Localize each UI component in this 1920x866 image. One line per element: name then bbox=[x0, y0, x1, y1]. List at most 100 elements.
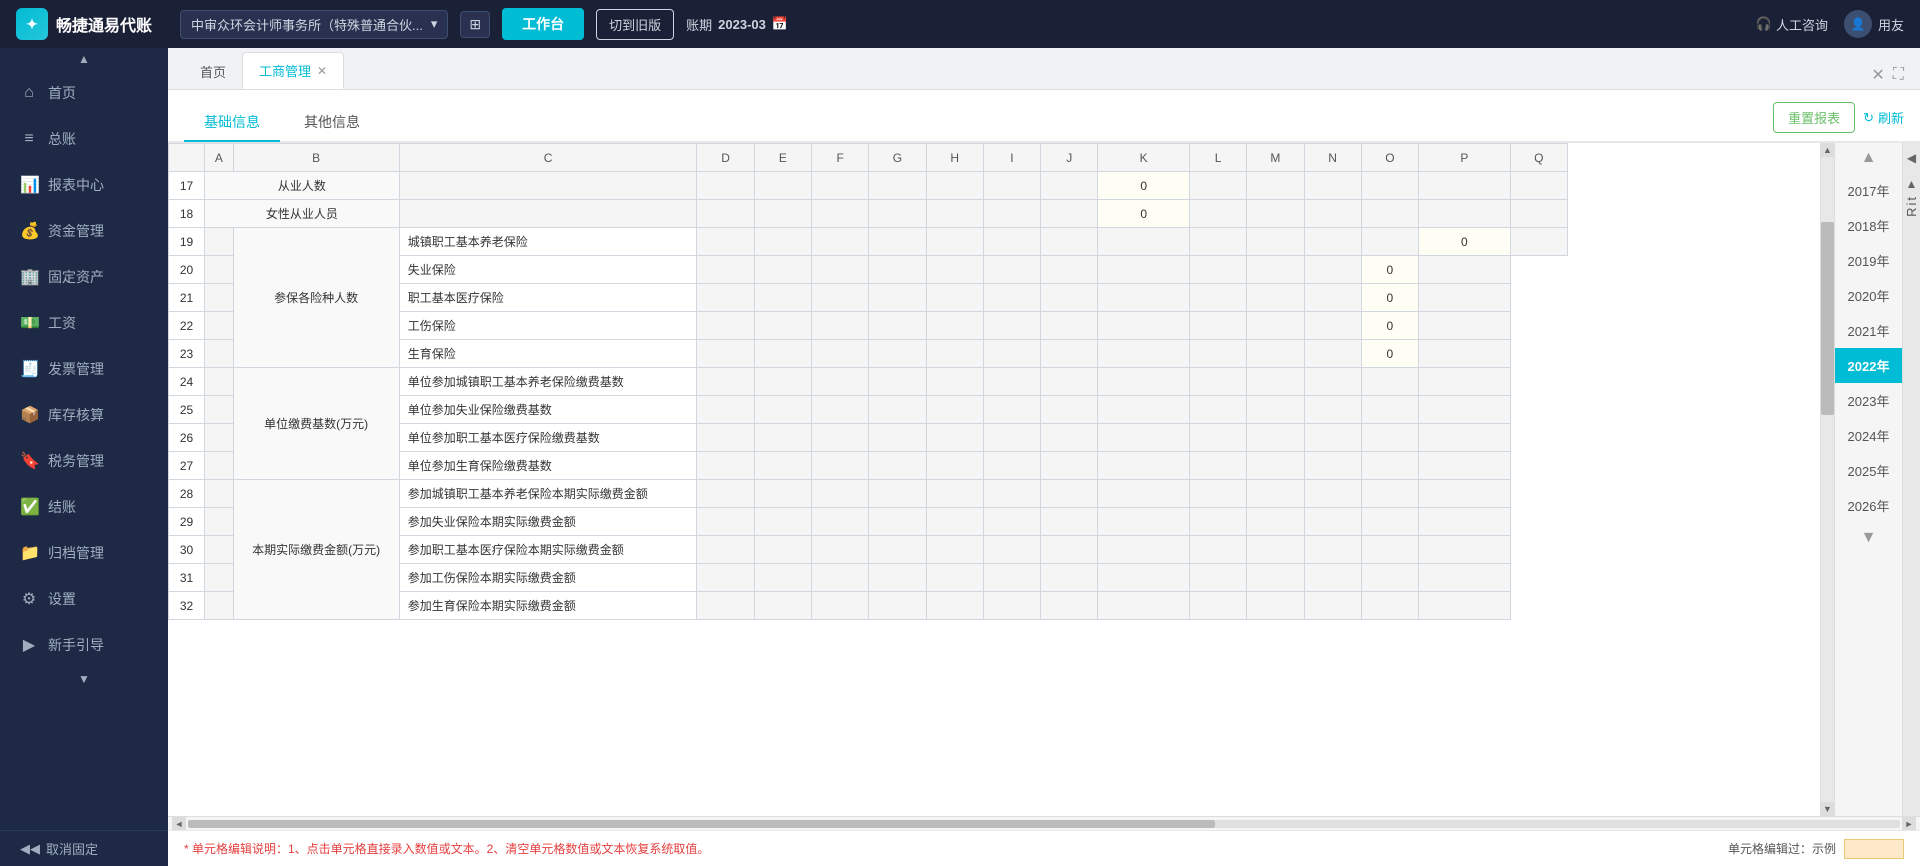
cell-17-e[interactable] bbox=[754, 172, 811, 200]
cell-27-c[interactable]: 单位参加生育保险缴费基数 bbox=[399, 452, 697, 480]
sidebar-item-settings[interactable]: ⚙ 设置 bbox=[0, 576, 168, 622]
vertical-scrollbar[interactable]: ▲ ▼ bbox=[1820, 143, 1834, 816]
cell-17-a[interactable]: 从业人数 bbox=[205, 172, 400, 200]
cell-17-f[interactable] bbox=[812, 172, 869, 200]
service-area[interactable]: 🎧 人工咨询 bbox=[1756, 15, 1828, 34]
cell-19-l[interactable] bbox=[1189, 228, 1246, 256]
year-item-2019[interactable]: 2019年 bbox=[1835, 243, 1902, 278]
col-l[interactable]: L bbox=[1189, 144, 1246, 172]
col-d[interactable]: D bbox=[697, 144, 754, 172]
cell-17-k[interactable]: 0 bbox=[1098, 172, 1190, 200]
cell-18-h[interactable] bbox=[926, 200, 983, 228]
cell-19-d[interactable] bbox=[697, 228, 754, 256]
cell-19-p[interactable]: 0 bbox=[1419, 228, 1511, 256]
sidebar-item-report[interactable]: 📊 报表中心 bbox=[0, 162, 168, 208]
cell-28-a[interactable] bbox=[205, 480, 234, 508]
cell-23-p[interactable]: 0 bbox=[1361, 340, 1418, 368]
expand-left-icon[interactable]: ◀ bbox=[1907, 151, 1916, 165]
cell-18-q[interactable] bbox=[1510, 200, 1567, 228]
cell-18-n[interactable] bbox=[1304, 200, 1361, 228]
sidebar-item-funds[interactable]: 💰 资金管理 bbox=[0, 208, 168, 254]
cell-17-h[interactable] bbox=[926, 172, 983, 200]
cell-19-h[interactable] bbox=[926, 228, 983, 256]
cell-18-d[interactable] bbox=[697, 200, 754, 228]
scroll-down-btn[interactable]: ▼ bbox=[1821, 802, 1834, 816]
cell-25-c[interactable]: 单位参加失业保险缴费基数 bbox=[399, 396, 697, 424]
cell-18-i[interactable] bbox=[983, 200, 1040, 228]
col-g[interactable]: G bbox=[869, 144, 926, 172]
cell-29-c[interactable]: 参加失业保险本期实际缴费金额 bbox=[399, 508, 697, 536]
col-h[interactable]: H bbox=[926, 144, 983, 172]
col-k[interactable]: K bbox=[1098, 144, 1190, 172]
year-item-2023[interactable]: 2023年 bbox=[1835, 383, 1902, 418]
col-c[interactable]: C bbox=[399, 144, 697, 172]
tab-close-icon[interactable]: ✕ bbox=[317, 64, 327, 78]
cell-18-m[interactable] bbox=[1247, 200, 1304, 228]
cell-18-o[interactable] bbox=[1361, 200, 1418, 228]
cell-24-b[interactable]: 单位缴费基数(万元) bbox=[233, 368, 399, 480]
cell-20-p[interactable]: 0 bbox=[1361, 256, 1418, 284]
cell-19-i[interactable] bbox=[983, 228, 1040, 256]
bottom-scrollbar[interactable]: ◄ ► bbox=[168, 816, 1920, 830]
cell-31-c[interactable]: 参加工伤保险本期实际缴费金额 bbox=[399, 564, 697, 592]
calendar-icon[interactable]: 📅 bbox=[772, 16, 788, 32]
sidebar-item-invoice[interactable]: 🧾 发票管理 bbox=[0, 346, 168, 392]
cell-19-o[interactable] bbox=[1361, 228, 1418, 256]
sidebar-item-tax[interactable]: 🔖 税务管理 bbox=[0, 438, 168, 484]
year-item-2024[interactable]: 2024年 bbox=[1835, 418, 1902, 453]
col-p[interactable]: P bbox=[1419, 144, 1511, 172]
sidebar-item-inventory[interactable]: 📦 库存核算 bbox=[0, 392, 168, 438]
year-item-2020[interactable]: 2020年 bbox=[1835, 278, 1902, 313]
cell-21-a[interactable] bbox=[205, 284, 234, 312]
col-a[interactable]: A bbox=[205, 144, 234, 172]
cell-24-c[interactable]: 单位参加城镇职工基本养老保险缴费基数 bbox=[399, 368, 697, 396]
cell-23-c[interactable]: 生育保险 bbox=[399, 340, 697, 368]
cell-17-q[interactable] bbox=[1510, 172, 1567, 200]
col-m[interactable]: M bbox=[1247, 144, 1304, 172]
switch-version-button[interactable]: 切到旧版 bbox=[596, 9, 674, 40]
cell-17-j[interactable] bbox=[1041, 172, 1098, 200]
sidebar-pin[interactable]: ◀◀ 取消固定 bbox=[0, 830, 168, 866]
col-q[interactable]: Q bbox=[1510, 144, 1567, 172]
refresh-button[interactable]: ↻ 刷新 bbox=[1863, 108, 1904, 127]
subtab-other[interactable]: 其他信息 bbox=[284, 104, 380, 142]
cell-19-c[interactable]: 城镇职工基本养老保险 bbox=[399, 228, 697, 256]
cell-17-d[interactable] bbox=[697, 172, 754, 200]
cell-19-e[interactable] bbox=[754, 228, 811, 256]
user-area[interactable]: 👤 用友 bbox=[1844, 10, 1904, 38]
cell-26-c[interactable]: 单位参加职工基本医疗保险缴费基数 bbox=[399, 424, 697, 452]
scroll-track-h[interactable] bbox=[188, 820, 1900, 828]
company-icon-btn[interactable]: ⊞ bbox=[460, 11, 490, 38]
tab-industry[interactable]: 工商管理 ✕ bbox=[242, 52, 344, 89]
cell-18-c[interactable] bbox=[399, 200, 697, 228]
cell-18-j[interactable] bbox=[1041, 200, 1098, 228]
subtab-basic[interactable]: 基础信息 bbox=[184, 104, 280, 142]
cell-18-p[interactable] bbox=[1419, 200, 1511, 228]
cell-21-p[interactable]: 0 bbox=[1361, 284, 1418, 312]
cell-19-q[interactable] bbox=[1510, 228, 1567, 256]
right-collapse-panel[interactable]: ◀ ▲ Rit bbox=[1902, 143, 1920, 816]
scroll-up-btn[interactable]: ▲ bbox=[1821, 143, 1834, 157]
cell-17-l[interactable] bbox=[1189, 172, 1246, 200]
cell-28-c[interactable]: 参加城镇职工基本养老保险本期实际缴费金额 bbox=[399, 480, 697, 508]
cell-20-c[interactable]: 失业保险 bbox=[399, 256, 697, 284]
scroll-left-arrow[interactable]: ◄ bbox=[172, 817, 186, 831]
cell-17-i[interactable] bbox=[983, 172, 1040, 200]
sidebar-item-settle[interactable]: ✅ 结账 bbox=[0, 484, 168, 530]
cell-21-c[interactable]: 职工基本医疗保险 bbox=[399, 284, 697, 312]
cell-19-f[interactable] bbox=[812, 228, 869, 256]
cell-22-c[interactable]: 工伤保险 bbox=[399, 312, 697, 340]
cell-19-g[interactable] bbox=[869, 228, 926, 256]
cell-32-c[interactable]: 参加生育保险本期实际缴费金额 bbox=[399, 592, 697, 620]
sidebar-item-assets[interactable]: 🏢 固定资产 bbox=[0, 254, 168, 300]
year-item-2018[interactable]: 2018年 bbox=[1835, 208, 1902, 243]
cell-26-a[interactable] bbox=[205, 424, 234, 452]
cell-17-n[interactable] bbox=[1304, 172, 1361, 200]
cell-20-a[interactable] bbox=[205, 256, 234, 284]
cell-17-o[interactable] bbox=[1361, 172, 1418, 200]
cell-19-n[interactable] bbox=[1304, 228, 1361, 256]
sidebar-item-guide[interactable]: ▶ 新手引导 bbox=[0, 622, 168, 668]
scroll-right-arrow[interactable]: ► bbox=[1902, 817, 1916, 831]
cell-19-b[interactable]: 参保各险种人数 bbox=[233, 228, 399, 368]
year-panel-up[interactable]: ▲ bbox=[1835, 143, 1902, 173]
